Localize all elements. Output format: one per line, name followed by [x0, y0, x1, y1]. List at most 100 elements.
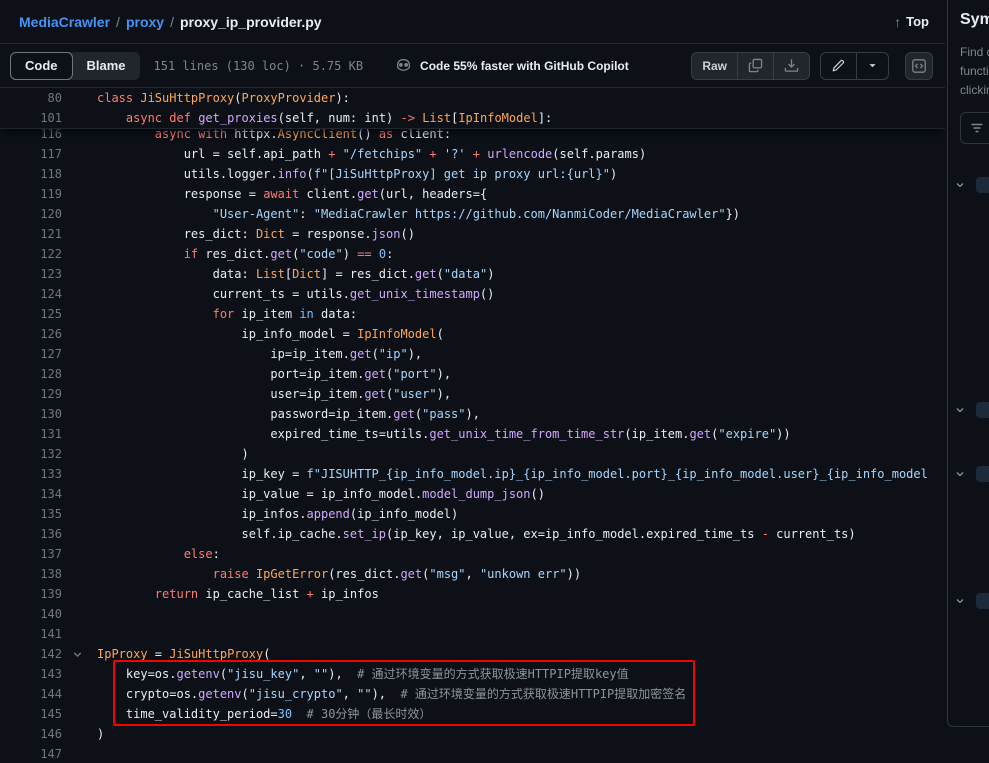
- code-line: 124 current_ts = utils.get_unix_timestam…: [0, 284, 930, 304]
- copilot-banner[interactable]: Code 55% faster with GitHub Copilot: [395, 57, 629, 74]
- line-number[interactable]: 80: [0, 88, 62, 108]
- code-line: 133 ip_key = f"JISUHTTP_{ip_info_model.i…: [0, 464, 930, 484]
- breadcrumb-repo-link[interactable]: MediaCrawler: [19, 14, 110, 30]
- line-number[interactable]: 119: [0, 184, 62, 204]
- gutter-space: [62, 204, 97, 224]
- gutter-space: [62, 604, 97, 624]
- line-number[interactable]: 135: [0, 504, 62, 524]
- symbol-item[interactable]: [948, 593, 989, 609]
- copy-button[interactable]: [738, 53, 774, 79]
- code-text: time_validity_period=30 # 30分钟（最长时效）: [97, 704, 431, 724]
- line-number[interactable]: 122: [0, 244, 62, 264]
- copilot-icon: [395, 57, 412, 74]
- line-number[interactable]: 141: [0, 624, 62, 644]
- code-text: ): [97, 444, 249, 464]
- line-number[interactable]: 134: [0, 484, 62, 504]
- gutter-space: [62, 88, 97, 108]
- code-text: key=os.getenv("jisu_key", ""), # 通过环境变量的…: [97, 664, 629, 684]
- gutter-space: [62, 624, 97, 644]
- breadcrumb-row: MediaCrawler / proxy / proxy_ip_provider…: [0, 0, 945, 44]
- toolbar-actions: Raw: [691, 52, 933, 80]
- code-line: 137 else:: [0, 544, 930, 564]
- line-number[interactable]: 126: [0, 324, 62, 344]
- line-number[interactable]: 137: [0, 544, 62, 564]
- line-number[interactable]: 129: [0, 384, 62, 404]
- code-line: 119 response = await client.get(url, hea…: [0, 184, 930, 204]
- code-line: 135 ip_infos.append(ip_info_model): [0, 504, 930, 524]
- line-number[interactable]: 143: [0, 664, 62, 684]
- line-number[interactable]: 121: [0, 224, 62, 244]
- line-number[interactable]: 131: [0, 424, 62, 444]
- code-line: 144 crypto=os.getenv("jisu_crypto", ""),…: [0, 684, 930, 704]
- code-text: class JiSuHttpProxy(ProxyProvider):: [97, 88, 350, 108]
- code-line: 140: [0, 604, 930, 624]
- code-text: ip=ip_item.get("ip"),: [97, 344, 422, 364]
- symbol-item[interactable]: [948, 685, 989, 701]
- line-number[interactable]: 147: [0, 744, 62, 763]
- edit-dropdown-button[interactable]: [857, 53, 888, 79]
- code-text: ip_infos.append(ip_info_model): [97, 504, 458, 524]
- collapse-chevron-icon[interactable]: [71, 648, 84, 661]
- chevron-down-icon[interactable]: [948, 179, 972, 191]
- line-number[interactable]: 123: [0, 264, 62, 284]
- gutter-space: [62, 184, 97, 204]
- line-number[interactable]: 144: [0, 684, 62, 704]
- gutter-space: [62, 108, 97, 128]
- download-button[interactable]: [774, 53, 809, 79]
- breadcrumb: MediaCrawler / proxy / proxy_ip_provider…: [19, 14, 322, 30]
- line-number[interactable]: 136: [0, 524, 62, 544]
- symbols-panel-toggle[interactable]: [905, 52, 933, 80]
- line-number[interactable]: 133: [0, 464, 62, 484]
- symbol-kind-badge: [976, 466, 989, 482]
- gutter-space: [62, 364, 97, 384]
- line-number[interactable]: 127: [0, 344, 62, 364]
- line-number[interactable]: 117: [0, 144, 62, 164]
- code-text: self.ip_cache.set_ip(ip_key, ip_value, e…: [97, 524, 856, 544]
- breadcrumb-folder-link[interactable]: proxy: [126, 14, 164, 30]
- code-line: 125 for ip_item in data:: [0, 304, 930, 324]
- code-line: 147: [0, 744, 930, 763]
- chevron-down-icon[interactable]: [948, 404, 972, 416]
- gutter-space: [62, 264, 97, 284]
- line-number[interactable]: 139: [0, 584, 62, 604]
- chevron-down-icon[interactable]: [948, 468, 972, 480]
- line-number[interactable]: 101: [0, 108, 62, 128]
- line-number[interactable]: 128: [0, 364, 62, 384]
- code-line: 136 self.ip_cache.set_ip(ip_key, ip_valu…: [0, 524, 930, 544]
- tab-code[interactable]: Code: [10, 52, 73, 80]
- tab-blame[interactable]: Blame: [73, 52, 140, 80]
- code-text: ip_key = f"JISUHTTP_{ip_info_model.ip}_{…: [97, 464, 928, 484]
- symbol-item[interactable]: [948, 402, 989, 418]
- line-number[interactable]: 118: [0, 164, 62, 184]
- symbol-item[interactable]: [948, 177, 989, 193]
- collapse-toggle[interactable]: [62, 644, 97, 664]
- symbol-item[interactable]: [948, 466, 989, 482]
- line-number[interactable]: 145: [0, 704, 62, 724]
- code-text: if res_dict.get("code") == 0:: [97, 244, 393, 264]
- file-view: MediaCrawler / proxy / proxy_ip_provider…: [0, 0, 945, 763]
- line-number[interactable]: 146: [0, 724, 62, 744]
- symbol-item[interactable]: [948, 148, 989, 164]
- line-number[interactable]: 125: [0, 304, 62, 324]
- gutter-space: [62, 664, 97, 684]
- line-number[interactable]: 138: [0, 564, 62, 584]
- line-number[interactable]: 130: [0, 404, 62, 424]
- code-text: else:: [97, 544, 220, 564]
- line-number[interactable]: 120: [0, 204, 62, 224]
- back-to-top-link[interactable]: ↑ Top: [894, 14, 929, 30]
- code-line: 121 res_dict: Dict = response.json(): [0, 224, 930, 244]
- code-text: port=ip_item.get("port"),: [97, 364, 451, 384]
- line-number[interactable]: 142: [0, 644, 62, 664]
- line-number[interactable]: 124: [0, 284, 62, 304]
- code-text: res_dict: Dict = response.json(): [97, 224, 415, 244]
- line-number[interactable]: 132: [0, 444, 62, 464]
- code-lines: 116 async with httpx.AsyncClient() as cl…: [0, 124, 930, 763]
- gutter-space: [62, 524, 97, 544]
- raw-button[interactable]: Raw: [692, 53, 738, 79]
- code-text: async def get_proxies(self, num: int) ->…: [97, 108, 552, 128]
- gutter-space: [62, 504, 97, 524]
- code-line: 120 "User-Agent": "MediaCrawler https://…: [0, 204, 930, 224]
- edit-button[interactable]: [821, 53, 857, 79]
- line-number[interactable]: 140: [0, 604, 62, 624]
- chevron-down-icon[interactable]: [948, 595, 972, 607]
